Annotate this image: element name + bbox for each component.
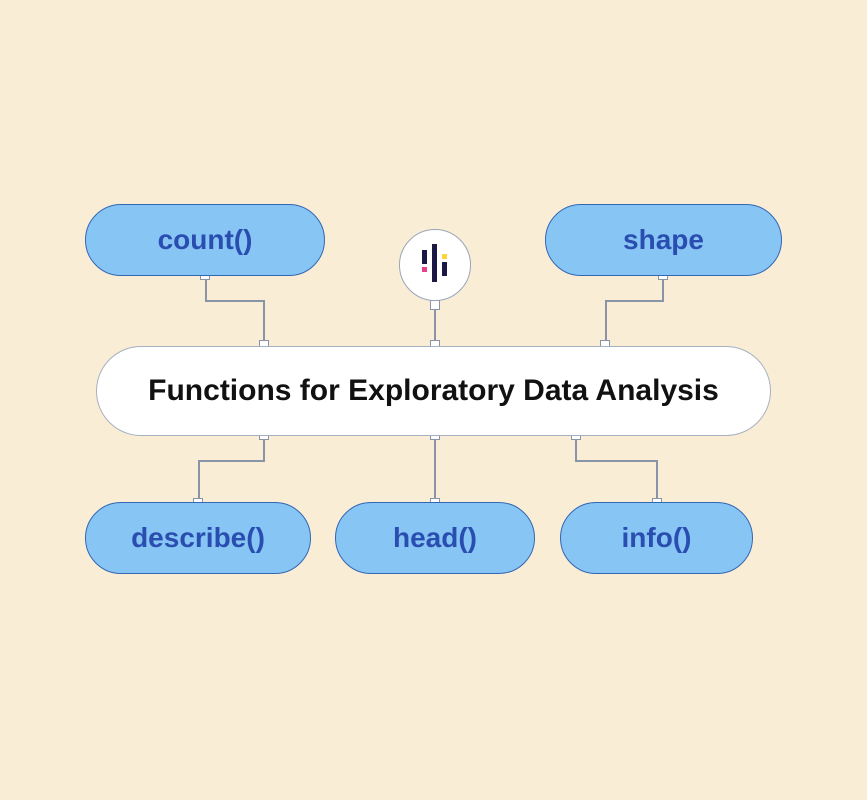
node-count: count() xyxy=(85,204,325,276)
node-shape: shape xyxy=(545,204,782,276)
node-head: head() xyxy=(335,502,535,574)
pandas-logo-icon xyxy=(418,244,452,287)
connector-line xyxy=(205,300,265,302)
node-label: count() xyxy=(158,224,253,256)
node-label: describe() xyxy=(131,522,265,554)
node-label: shape xyxy=(623,224,704,256)
node-icon xyxy=(399,229,471,301)
node-describe: describe() xyxy=(85,502,311,574)
diagram-canvas: count() shape Functions for Exploratory … xyxy=(0,0,867,800)
node-info: info() xyxy=(560,502,753,574)
connector-line xyxy=(605,300,664,302)
connector-line xyxy=(198,460,265,462)
center-label: Functions for Exploratory Data Analysis xyxy=(148,374,719,408)
connector-line xyxy=(434,432,436,505)
connector-line xyxy=(575,460,658,462)
connector-port xyxy=(430,300,440,310)
node-label: head() xyxy=(393,522,477,554)
node-center: Functions for Exploratory Data Analysis xyxy=(96,346,771,436)
node-label: info() xyxy=(622,522,692,554)
